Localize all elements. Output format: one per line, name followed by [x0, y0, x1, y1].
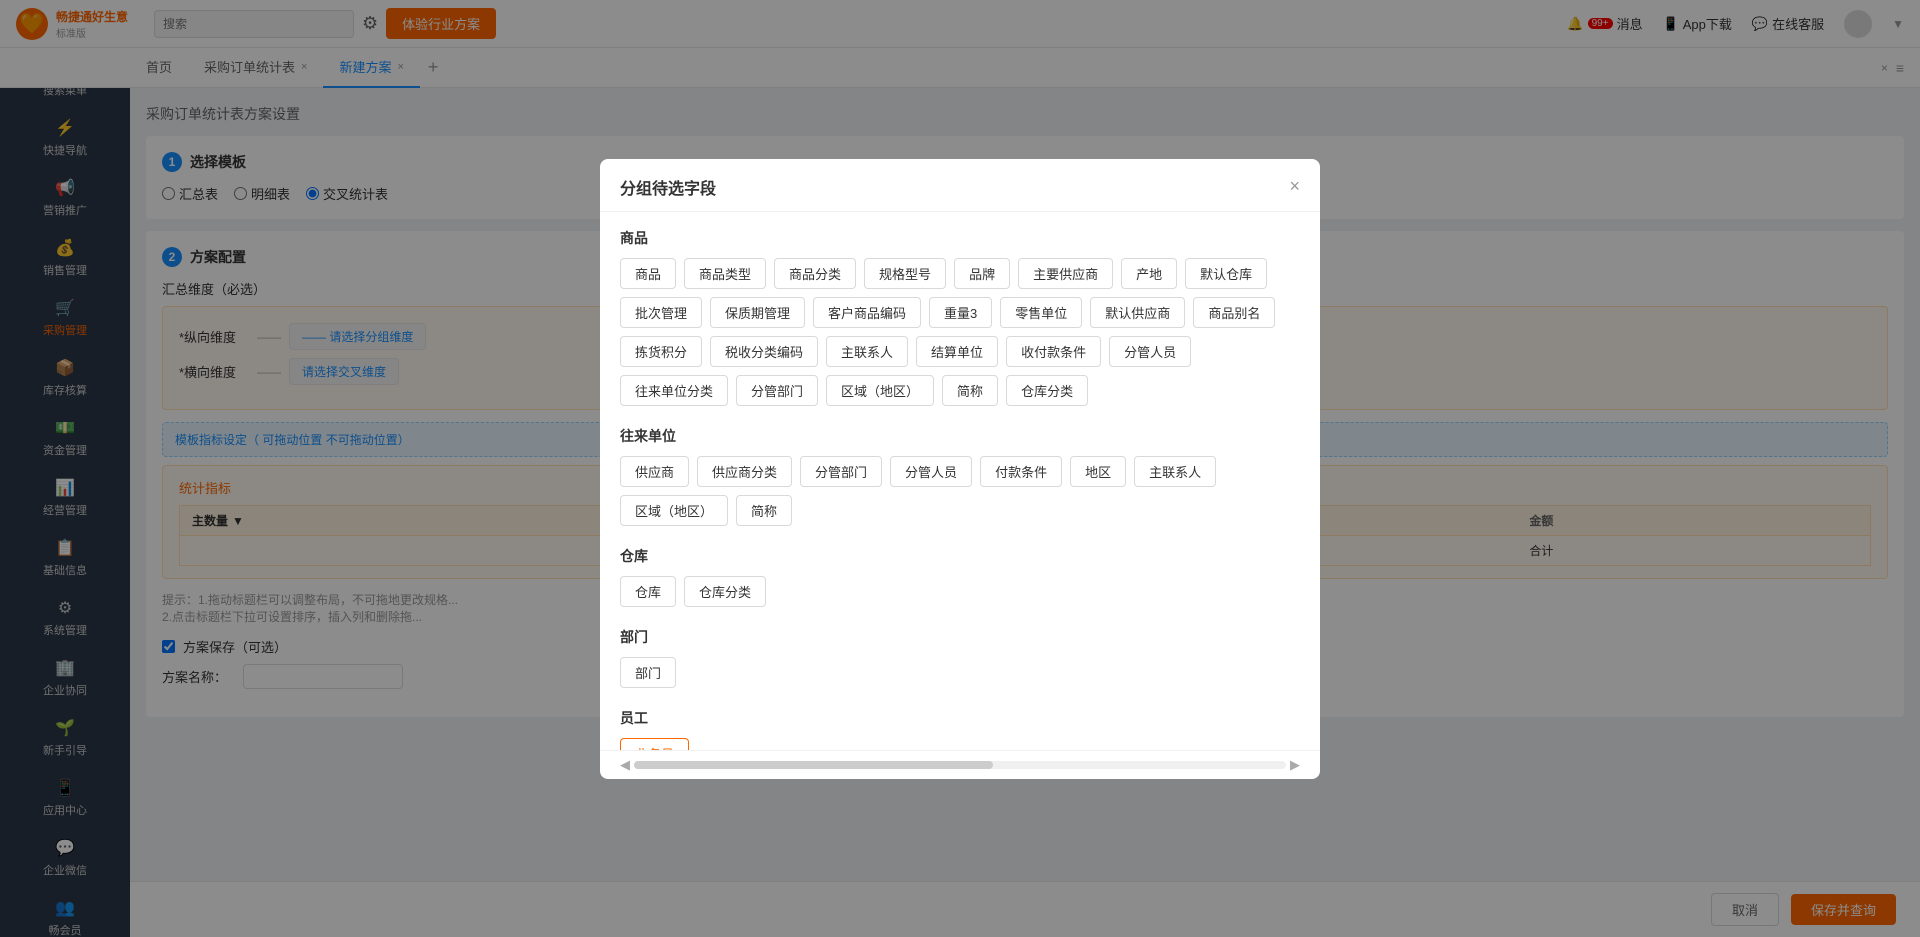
field-shelf-life[interactable]: 保质期管理	[710, 297, 805, 328]
field-batch[interactable]: 批次管理	[620, 297, 702, 328]
field-warehouse-category[interactable]: 仓库分类	[1006, 375, 1088, 406]
field-partner-category[interactable]: 往来单位分类	[620, 375, 728, 406]
modal-scroll-bar: ◀ ▶	[600, 750, 1320, 779]
field-region[interactable]: 区域（地区）	[826, 375, 934, 406]
field-product-category[interactable]: 商品分类	[774, 258, 856, 289]
field-main-contact2[interactable]: 主联系人	[1134, 456, 1216, 487]
scroll-right-btn[interactable]: ▶	[1290, 757, 1300, 773]
field-supplier[interactable]: 供应商	[620, 456, 689, 487]
section-product: 商品 商品 商品类型 商品分类 规格型号 品牌 主要供应商 产地 默认仓库 批次…	[620, 228, 1300, 406]
field-alias[interactable]: 商品别名	[1193, 297, 1275, 328]
field-customer-code[interactable]: 客户商品编码	[813, 297, 921, 328]
modal-title: 分组待选字段	[620, 175, 716, 199]
field-partner-manager[interactable]: 分管人员	[890, 456, 972, 487]
field-product[interactable]: 商品	[620, 258, 676, 289]
section-warehouse: 仓库 仓库 仓库分类	[620, 546, 1300, 607]
modal-body[interactable]: 商品 商品 商品类型 商品分类 规格型号 品牌 主要供应商 产地 默认仓库 批次…	[600, 212, 1320, 750]
employee-fields: 业务员	[620, 738, 1300, 750]
field-weight[interactable]: 重量3	[929, 297, 992, 328]
field-main-supplier[interactable]: 主要供应商	[1018, 258, 1113, 289]
field-tax-code[interactable]: 税收分类编码	[710, 336, 818, 367]
field-warehouse[interactable]: 仓库	[620, 576, 676, 607]
field-settlement-unit[interactable]: 结算单位	[916, 336, 998, 367]
partner-fields: 供应商 供应商分类 分管部门 分管人员 付款条件 地区 主联系人 区域（地区） …	[620, 456, 1300, 526]
field-product-type[interactable]: 商品类型	[684, 258, 766, 289]
section-product-title: 商品	[620, 228, 1300, 248]
scroll-thumb	[634, 761, 993, 769]
field-manager[interactable]: 分管人员	[1109, 336, 1191, 367]
field-supplier-category[interactable]: 供应商分类	[697, 456, 792, 487]
field-main-contact[interactable]: 主联系人	[826, 336, 908, 367]
modal-header: 分组待选字段 ×	[600, 159, 1320, 212]
field-short-name[interactable]: 简称	[942, 375, 998, 406]
section-employee: 员工 业务员	[620, 708, 1300, 750]
field-warehouse-cat[interactable]: 仓库分类	[684, 576, 766, 607]
product-fields: 商品 商品类型 商品分类 规格型号 品牌 主要供应商 产地 默认仓库 批次管理 …	[620, 258, 1300, 406]
field-department[interactable]: 部门	[620, 657, 676, 688]
field-default-supplier[interactable]: 默认供应商	[1090, 297, 1185, 328]
field-retail-unit[interactable]: 零售单位	[1000, 297, 1082, 328]
field-payment-terms[interactable]: 收付款条件	[1006, 336, 1101, 367]
field-brand[interactable]: 品牌	[954, 258, 1010, 289]
field-salesperson[interactable]: 业务员	[620, 738, 689, 750]
field-pick-score[interactable]: 拣货积分	[620, 336, 702, 367]
modal: 分组待选字段 × 商品 商品 商品类型 商品分类 规格型号 品牌 主要供应商 产…	[600, 159, 1320, 779]
field-dept[interactable]: 分管部门	[736, 375, 818, 406]
modal-overlay: 分组待选字段 × 商品 商品 商品类型 商品分类 规格型号 品牌 主要供应商 产…	[0, 0, 1920, 937]
scroll-left-btn[interactable]: ◀	[620, 757, 630, 773]
field-origin[interactable]: 产地	[1121, 258, 1177, 289]
section-department: 部门 部门	[620, 627, 1300, 688]
modal-close-btn[interactable]: ×	[1289, 176, 1300, 197]
field-short-name2[interactable]: 简称	[736, 495, 792, 526]
department-fields: 部门	[620, 657, 1300, 688]
section-warehouse-title: 仓库	[620, 546, 1300, 566]
section-partner: 往来单位 供应商 供应商分类 分管部门 分管人员 付款条件 地区 主联系人 区域…	[620, 426, 1300, 526]
section-department-title: 部门	[620, 627, 1300, 647]
field-region2[interactable]: 区域（地区）	[620, 495, 728, 526]
field-partner-dept[interactable]: 分管部门	[800, 456, 882, 487]
section-employee-title: 员工	[620, 708, 1300, 728]
section-partner-title: 往来单位	[620, 426, 1300, 446]
field-spec[interactable]: 规格型号	[864, 258, 946, 289]
scroll-track	[634, 761, 1286, 769]
field-payment-condition[interactable]: 付款条件	[980, 456, 1062, 487]
warehouse-fields: 仓库 仓库分类	[620, 576, 1300, 607]
field-default-warehouse[interactable]: 默认仓库	[1185, 258, 1267, 289]
field-area[interactable]: 地区	[1070, 456, 1126, 487]
